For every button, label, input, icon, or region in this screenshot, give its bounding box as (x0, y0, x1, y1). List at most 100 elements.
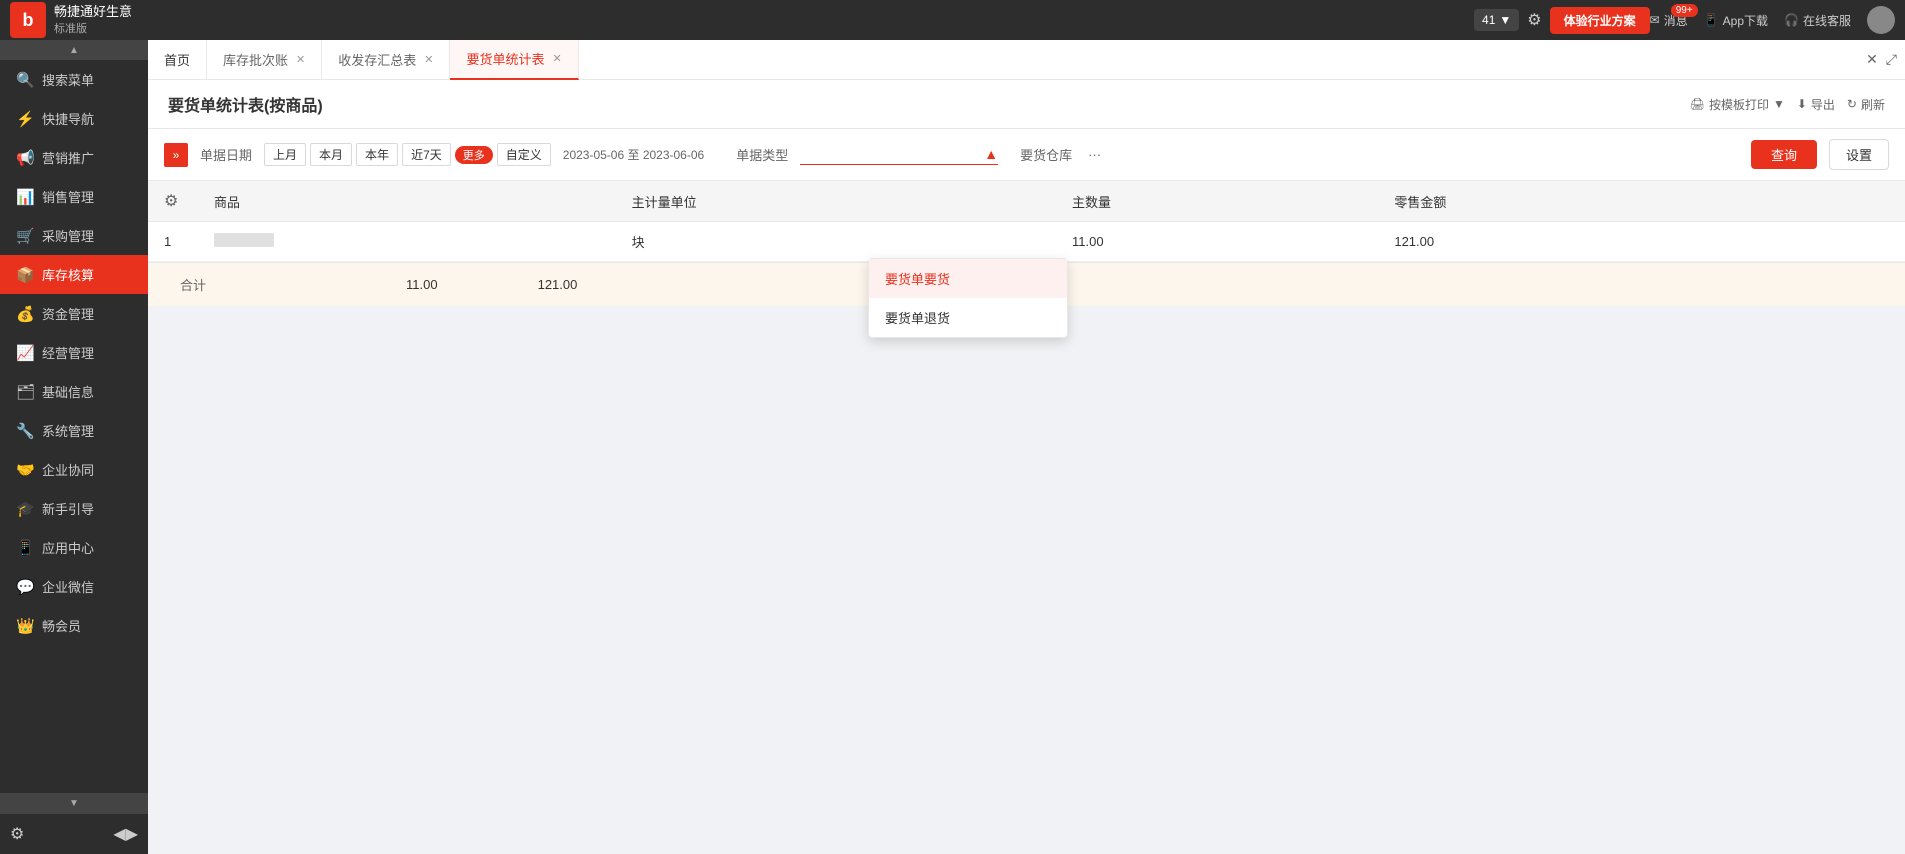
col-quantity: 主数量 (1056, 181, 1378, 222)
page-actions: 🖨 按模板打印 ▼ ⬇ 导出 ↻ 刷新 (1690, 96, 1885, 113)
date-this-year-btn[interactable]: 本年 (356, 143, 398, 166)
sidebar-item-member[interactable]: 👑 畅会员 (0, 606, 148, 645)
close-order-stats-icon[interactable]: ✕ (553, 52, 562, 65)
filter-type-wrapper: ▲ (800, 145, 998, 165)
tab-batch-account-label: 库存批次账 (223, 50, 288, 69)
sidebar-item-marketing[interactable]: 📢 营销推广 (0, 138, 148, 177)
close-collect-summary-icon[interactable]: ✕ (424, 53, 433, 66)
footer-label: 合计 (180, 275, 206, 294)
sidebar-item-purchase[interactable]: 🛒 采购管理 (0, 216, 148, 255)
sidebar-scroll-down[interactable]: ▼ (0, 793, 148, 813)
sidebar-item-search[interactable]: 🔍 搜索菜单 (0, 60, 148, 99)
tab-collect-summary-label: 收发存汇总表 (338, 50, 416, 69)
tab-collect-summary[interactable]: 收发存汇总表 ✕ (322, 40, 450, 80)
store-name: 41 (1482, 13, 1495, 27)
cell-amount: 121.00 (1378, 222, 1759, 262)
filter-type-dropdown-icon[interactable]: ▲ (984, 146, 998, 162)
sidebar-item-wechat[interactable]: 💬 企业微信 (0, 567, 148, 606)
app-center-icon: 📱 (16, 539, 34, 557)
date-label: 单据日期 (200, 145, 252, 164)
store-selector[interactable]: 41 ▼ (1474, 9, 1519, 31)
sidebar-item-sales[interactable]: 📊 销售管理 (0, 177, 148, 216)
export-btn[interactable]: ⬇ 导出 (1797, 96, 1835, 113)
table-row: 1 块 11.00 121.00 (148, 222, 1905, 262)
filter-bar: » 单据日期 上月 本月 本年 近7天 更多 自定义 2023-05-06 至 … (148, 129, 1905, 181)
sidebar-item-finance[interactable]: 💰 资金管理 (0, 294, 148, 333)
export-label: 导出 (1811, 96, 1835, 113)
tab-home[interactable]: 首页 (148, 40, 207, 80)
finance-icon: 💰 (16, 305, 34, 323)
warehouse-input-dots[interactable]: ··· (1088, 147, 1101, 162)
date-more-btn[interactable]: 更多 (455, 146, 493, 164)
app-download-label: App下载 (1723, 12, 1768, 29)
sidebar-item-label: 基础信息 (42, 382, 94, 401)
message-btn[interactable]: ✉ 消息 99+ (1650, 12, 1688, 29)
filter-date-group: 上月 本月 本年 近7天 更多 自定义 (264, 143, 551, 166)
dropdown-item-require-goods[interactable]: 要货单要货 (869, 259, 1067, 298)
print-btn[interactable]: 🖨 按模板打印 ▼ (1690, 96, 1785, 113)
date-this-month-btn[interactable]: 本月 (310, 143, 352, 166)
sidebar-item-label: 系统管理 (42, 421, 94, 440)
online-service-label: 在线客服 (1803, 12, 1851, 29)
date-last-month-btn[interactable]: 上月 (264, 143, 306, 166)
sidebar-item-operation[interactable]: 📈 经营管理 (0, 333, 148, 372)
date-custom-btn[interactable]: 自定义 (497, 143, 551, 166)
sidebar-item-label: 营销推广 (42, 148, 94, 167)
top-bar-left: b 畅捷通好生意 标准版 (10, 2, 1474, 38)
sidebar-item-label: 畅会员 (42, 616, 81, 635)
app-logo: b (10, 2, 46, 38)
filter-expand-btn[interactable]: » (164, 143, 188, 167)
member-icon: 👑 (16, 617, 34, 635)
print-icon: 🖨 (1690, 97, 1705, 111)
tab-bar: 首页 库存批次账 ✕ 收发存汇总表 ✕ 要货单统计表 ✕ ✕ ⤢ (148, 40, 1905, 80)
message-badge: 99+ (1671, 4, 1698, 17)
page-content: 要货单统计表(按商品) 🖨 按模板打印 ▼ ⬇ 导出 ↻ (148, 80, 1905, 854)
sidebar-item-inventory[interactable]: 📦 库存核算 (0, 255, 148, 294)
data-table: ⚙ 商品 主计量单位 主数量 零售金额 1 (148, 181, 1905, 262)
sidebar-item-label: 新手引导 (42, 499, 94, 518)
user-avatar[interactable] (1867, 6, 1895, 34)
dropdown-item-require-return[interactable]: 要货单退货 (869, 298, 1067, 337)
product-placeholder (214, 233, 274, 247)
inventory-icon: 📦 (16, 266, 34, 284)
table-wrapper: ⚙ 商品 主计量单位 主数量 零售金额 1 (148, 181, 1905, 262)
sidebar-item-app-center[interactable]: 📱 应用中心 (0, 528, 148, 567)
refresh-btn[interactable]: ↻ 刷新 (1847, 96, 1885, 113)
tab-order-stats[interactable]: 要货单统计表 ✕ (450, 40, 578, 80)
sidebar-item-label: 企业协同 (42, 460, 94, 479)
collapse-sidebar-icon[interactable]: ◀▶ (113, 824, 138, 844)
sidebar-item-label: 搜索菜单 (42, 70, 94, 89)
table-settings-icon[interactable]: ⚙ (164, 193, 178, 210)
settings-icon[interactable]: ⚙ (1527, 10, 1541, 30)
app-info: 畅捷通好生意 标准版 (54, 4, 132, 36)
sidebar-item-guide[interactable]: 🎓 新手引导 (0, 489, 148, 528)
sidebar-item-cooperation[interactable]: 🤝 企业协同 (0, 450, 148, 489)
purchase-icon: 🛒 (16, 227, 34, 245)
tab-maximize-icon[interactable]: ⤢ (1886, 51, 1897, 68)
trial-button[interactable]: 体验行业方案 (1550, 7, 1650, 34)
tab-close-all-icon[interactable]: ✕ (1866, 51, 1878, 68)
settings-bottom-icon[interactable]: ⚙ (10, 824, 24, 844)
sidebar-item-label: 企业微信 (42, 577, 94, 596)
query-button[interactable]: 查询 (1751, 140, 1817, 169)
marketing-icon: 📢 (16, 149, 34, 167)
app-download-btn[interactable]: 📱 App下载 (1704, 12, 1768, 29)
sidebar-item-label: 库存核算 (42, 265, 94, 284)
col-extra (1760, 181, 1905, 222)
operation-icon: 📈 (16, 344, 34, 362)
tab-batch-account[interactable]: 库存批次账 ✕ (207, 40, 322, 80)
sidebar-item-system[interactable]: 🔧 系统管理 (0, 411, 148, 450)
filter-type-input[interactable] (800, 145, 984, 164)
filter-settings-button[interactable]: 设置 (1829, 139, 1889, 170)
quick-nav-icon: ⚡ (16, 110, 34, 128)
close-batch-account-icon[interactable]: ✕ (296, 53, 305, 66)
footer-amount: 121.00 (538, 277, 578, 292)
col-product: 商品 (198, 181, 616, 222)
date-7days-btn[interactable]: 近7天 (402, 143, 451, 166)
online-service-btn[interactable]: 🎧 在线客服 (1784, 12, 1851, 29)
sidebar-item-basic[interactable]: 🗂 基础信息 (0, 372, 148, 411)
date-range-display: 2023-05-06 至 2023-06-06 (563, 146, 704, 163)
sidebar-item-quick-nav[interactable]: ⚡ 快捷导航 (0, 99, 148, 138)
sidebar-scroll-up[interactable]: ▲ (0, 40, 148, 60)
refresh-label: 刷新 (1861, 96, 1885, 113)
